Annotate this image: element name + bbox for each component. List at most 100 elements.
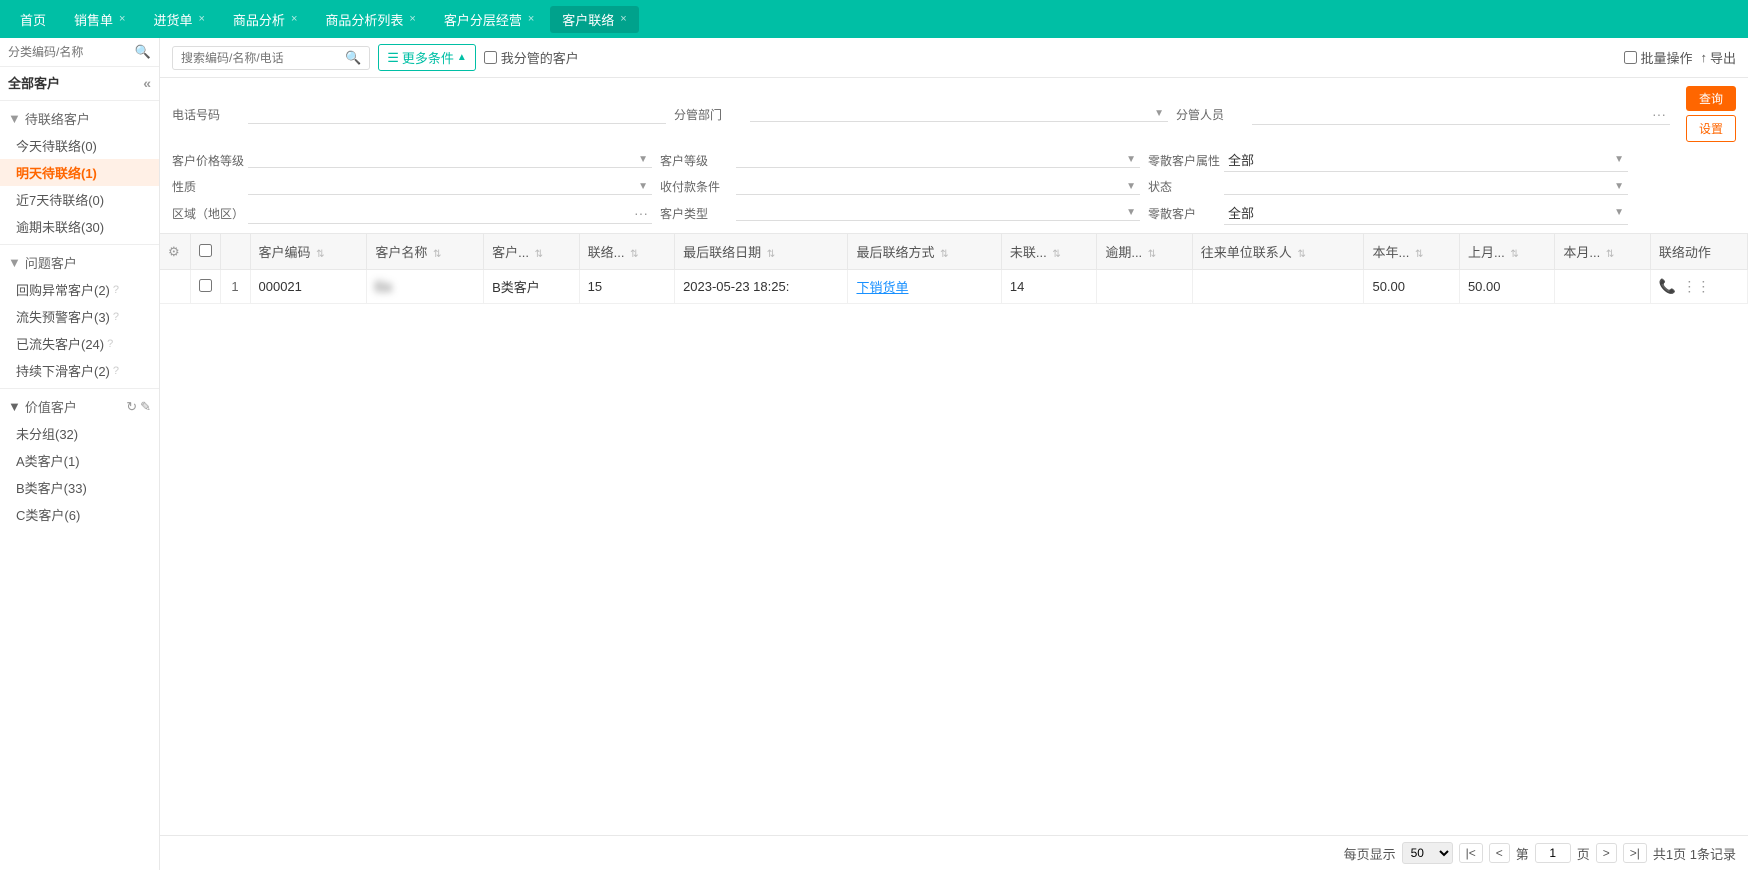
person-dots-icon[interactable]: ··· <box>1652 106 1666 122</box>
nav-sales-order[interactable]: 销售单 × <box>62 6 137 33</box>
action-phone-icon[interactable]: 📞 <box>1659 278 1676 295</box>
select-all-checkbox[interactable] <box>199 244 212 257</box>
nature-select[interactable]: ▼ <box>248 179 652 195</box>
filter-price-grade: 客户价格等级 ▼ <box>172 152 652 169</box>
main-search-input[interactable] <box>181 51 341 65</box>
filter-customer-grade: 客户等级 ▼ <box>660 152 1140 169</box>
export-icon: ↑ <box>1700 50 1707 65</box>
per-page-select[interactable]: 50 100 <box>1402 842 1453 864</box>
sidebar-item-overdue-pending[interactable]: 逾期未联络(30) <box>0 213 159 240</box>
th-contact-count[interactable]: 联络... ⇅ <box>579 234 674 270</box>
sort-date-icon: ⇅ <box>767 249 775 260</box>
sort-year-icon: ⇅ <box>1415 249 1423 260</box>
th-checkbox <box>190 234 220 270</box>
customer-type-select[interactable]: ▼ <box>736 205 1140 221</box>
sidebar-item-churned[interactable]: 已流失客户(24) ? <box>0 330 159 357</box>
sidebar-pending-group[interactable]: ▼ 待联络客户 <box>0 105 159 132</box>
advanced-filter-panel: 电话号码 分管部门 ▼ 分管人员 ··· <box>160 78 1748 234</box>
nav-customer-contact[interactable]: 客户联络 × <box>550 6 638 33</box>
th-this-year[interactable]: 本年... ⇅ <box>1364 234 1459 270</box>
batch-ops-button[interactable]: 批量操作 <box>1624 48 1692 67</box>
th-last-month[interactable]: 上月... ⇅ <box>1459 234 1554 270</box>
retail-select[interactable]: 全部 ▼ <box>1224 201 1628 225</box>
edit-icon[interactable]: ✎ <box>140 399 151 415</box>
batch-ops-checkbox[interactable] <box>1624 51 1637 64</box>
query-button[interactable]: 查询 <box>1686 86 1736 111</box>
my-customer-checkbox-wrap[interactable]: 我分管的客户 <box>484 48 579 67</box>
th-gear[interactable]: ⚙ <box>160 234 190 270</box>
row-checkbox[interactable] <box>199 279 212 292</box>
status-select[interactable]: ▼ <box>1224 179 1628 195</box>
help-icon-0[interactable]: ? <box>113 284 119 296</box>
sidebar-item-tomorrow-pending[interactable]: 明天待联络(1) <box>0 159 159 186</box>
sidebar-item-7days-pending[interactable]: 近7天待联络(0) <box>0 186 159 213</box>
nav-product-analysis-list[interactable]: 商品分析列表 × <box>313 6 427 33</box>
sidebar-all-customers[interactable]: 全部客户 « <box>0 67 159 96</box>
row-checkbox-cell[interactable] <box>190 270 220 304</box>
region-dots-icon[interactable]: ··· <box>634 205 648 221</box>
settings-button[interactable]: 设置 <box>1686 115 1736 142</box>
sidebar-collapse-icon[interactable]: « <box>143 75 151 91</box>
last-contact-method-link[interactable]: 下销货单 <box>856 280 908 295</box>
sidebar-value-group[interactable]: ▼ 价值客户 ↻ ✎ <box>0 393 159 420</box>
prev-page-button[interactable]: < <box>1489 843 1510 863</box>
page-input[interactable] <box>1535 843 1571 863</box>
help-icon-2[interactable]: ? <box>107 338 113 350</box>
my-customer-checkbox[interactable] <box>484 51 497 64</box>
row-last-contact-method-cell[interactable]: 下销货单 <box>848 270 1001 304</box>
next-page-button[interactable]: > <box>1596 843 1617 863</box>
nav-customer-tiering[interactable]: 客户分层经营 × <box>432 6 546 33</box>
close-customer-contact-icon[interactable]: × <box>620 13 626 25</box>
page-label: 第 <box>1516 844 1529 863</box>
action-more-icon[interactable]: ⋮⋮ <box>1682 278 1710 295</box>
sidebar-item-today-pending[interactable]: 今天待联络(0) <box>0 132 159 159</box>
refresh-icon[interactable]: ↻ <box>126 399 137 415</box>
region-select[interactable]: ··· <box>248 203 652 224</box>
help-icon-1[interactable]: ? <box>113 311 119 323</box>
sort-type-icon: ⇅ <box>535 249 543 260</box>
th-this-month[interactable]: 本月... ⇅ <box>1555 234 1650 270</box>
th-customer-code[interactable]: 客户编码 ⇅ <box>250 234 367 270</box>
th-last-contact-date[interactable]: 最后联络日期 ⇅ <box>675 234 848 270</box>
customer-grade-dropdown-icon: ▼ <box>1126 154 1136 165</box>
close-product-analysis-list-icon[interactable]: × <box>409 13 415 25</box>
main-search-icon[interactable]: 🔍 <box>345 50 361 66</box>
first-page-button[interactable]: |< <box>1459 843 1483 863</box>
more-filter-button[interactable]: ☰ 更多条件 ▲ <box>378 44 476 71</box>
person-select[interactable]: ··· <box>1252 104 1670 125</box>
payment-select[interactable]: ▼ <box>736 179 1140 195</box>
sort-nocontact-icon: ⇅ <box>1052 249 1060 260</box>
last-page-button[interactable]: >| <box>1623 843 1647 863</box>
nav-purchase-order[interactable]: 进货单 × <box>141 6 216 33</box>
sidebar-item-b-class[interactable]: B类客户(33) <box>0 474 159 501</box>
nav-product-analysis[interactable]: 商品分析 × <box>221 6 309 33</box>
close-purchase-order-icon[interactable]: × <box>198 13 204 25</box>
sidebar-problem-group[interactable]: ▼ 问题客户 <box>0 249 159 276</box>
sidebar-item-declining[interactable]: 持续下滑客户(2) ? <box>0 357 159 384</box>
th-contact-person[interactable]: 往来单位联系人 ⇅ <box>1192 234 1364 270</box>
export-button[interactable]: ↑ 导出 <box>1700 48 1736 67</box>
close-sales-order-icon[interactable]: × <box>119 13 125 25</box>
nav-home[interactable]: 首页 <box>8 6 58 33</box>
sidebar-item-repurchase-abnormal[interactable]: 回购异常客户(2) ? <box>0 276 159 303</box>
sidebar-item-ungrouped[interactable]: 未分组(32) <box>0 420 159 447</box>
th-customer-type[interactable]: 客户... ⇅ <box>484 234 579 270</box>
th-last-contact-method[interactable]: 最后联络方式 ⇅ <box>848 234 1001 270</box>
dept-select[interactable]: ▼ <box>750 106 1168 122</box>
sidebar-item-churn-warning[interactable]: 流失预警客户(3) ? <box>0 303 159 330</box>
phone-input[interactable] <box>248 105 666 124</box>
sidebar-search-icon[interactable]: 🔍 <box>135 44 151 60</box>
sidebar-search-input[interactable] <box>8 45 131 59</box>
sidebar-item-c-class[interactable]: C类客户(6) <box>0 501 159 528</box>
close-customer-tiering-icon[interactable]: × <box>528 13 534 25</box>
help-icon-3[interactable]: ? <box>113 365 119 377</box>
th-overdue[interactable]: 逾期... ⇅ <box>1097 234 1192 270</box>
price-grade-select[interactable]: ▼ <box>248 152 652 168</box>
th-no-contact[interactable]: 未联... ⇅ <box>1001 234 1096 270</box>
customer-grade-select[interactable]: ▼ <box>736 152 1140 168</box>
close-product-analysis-icon[interactable]: × <box>291 13 297 25</box>
th-customer-name[interactable]: 客户名称 ⇅ <box>367 234 484 270</box>
row-last-contact-date-cell: 2023-05-23 18:25: <box>675 270 848 304</box>
sidebar-item-a-class[interactable]: A类客户(1) <box>0 447 159 474</box>
retail-attr-select[interactable]: 全部 ▼ <box>1224 148 1628 172</box>
